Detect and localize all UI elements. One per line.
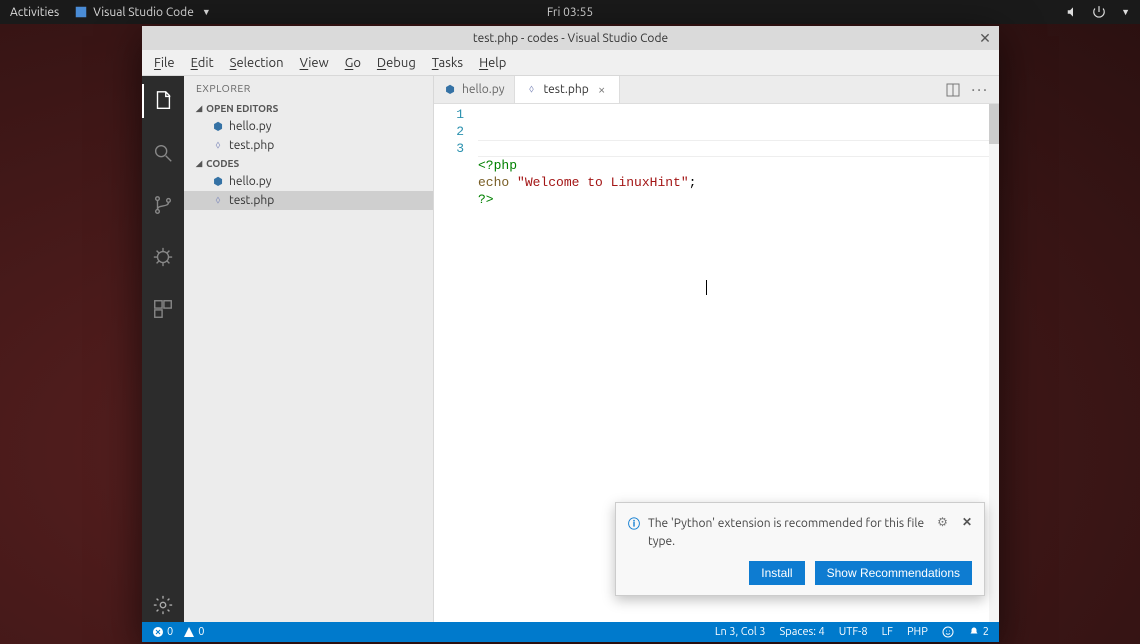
editor-area: ⬢ hello.py ⬨ test.php × ··· 123 (434, 76, 999, 622)
menu-view[interactable]: View (292, 53, 337, 73)
notification-close-button[interactable]: ✕ (962, 515, 972, 529)
error-icon (152, 626, 164, 638)
extensions-icon (152, 298, 174, 320)
explorer-sidebar: EXPLORER ◢OPEN EDITORS ⬢hello.py ⬨test.p… (184, 76, 434, 622)
status-cursor-position[interactable]: Ln 3, Col 3 (715, 626, 766, 638)
status-eol[interactable]: LF (882, 626, 893, 638)
notification-toast: ⓘ The 'Python' extension is recommended … (615, 502, 985, 596)
vscode-window: test.php - codes - Visual Studio Code ✕ … (142, 26, 999, 642)
activity-bar (142, 76, 184, 622)
open-editor-item[interactable]: ⬨test.php (184, 136, 433, 155)
activities-button[interactable]: Activities (10, 6, 59, 19)
activity-extensions[interactable] (142, 292, 184, 326)
menu-selection[interactable]: Selection (222, 53, 292, 73)
notification-settings-button[interactable]: ⚙ (937, 515, 948, 529)
more-actions-icon[interactable]: ··· (971, 81, 989, 99)
files-icon (152, 90, 174, 112)
open-editor-item[interactable]: ⬢hello.py (184, 117, 433, 136)
info-icon: ⓘ (628, 515, 640, 532)
status-notifications[interactable]: 2 (968, 626, 989, 638)
text-cursor (706, 280, 707, 295)
search-icon (152, 142, 174, 164)
file-item[interactable]: ⬢hello.py (184, 172, 433, 191)
explorer-title: EXPLORER (184, 76, 433, 100)
status-errors[interactable]: 0 (152, 626, 173, 638)
titlebar[interactable]: test.php - codes - Visual Studio Code ✕ (142, 26, 999, 50)
chevron-down-icon: ▼ (202, 7, 211, 17)
python-file-icon: ⬢ (212, 121, 224, 133)
status-warnings[interactable]: 0 (183, 626, 204, 638)
system-tray[interactable]: ▼ (1066, 5, 1130, 19)
status-encoding[interactable]: UTF-8 (839, 626, 868, 638)
smiley-icon (942, 626, 954, 638)
php-file-icon: ⬨ (525, 84, 537, 96)
editor-tabs: ⬢ hello.py ⬨ test.php × ··· (434, 76, 999, 104)
tab-test-php[interactable]: ⬨ test.php × (515, 76, 619, 103)
status-indentation[interactable]: Spaces: 4 (780, 626, 825, 638)
menu-go[interactable]: Go (337, 53, 369, 73)
workspace-header[interactable]: ◢CODES (184, 155, 433, 172)
app-menu[interactable]: Visual Studio Code ▼ (74, 5, 211, 19)
tab-hello-py[interactable]: ⬢ hello.py (434, 76, 515, 103)
show-recommendations-button[interactable]: Show Recommendations (815, 561, 972, 585)
gear-icon (152, 594, 174, 616)
power-icon (1092, 5, 1106, 19)
file-item[interactable]: ⬨test.php (184, 191, 433, 210)
git-branch-icon (152, 194, 174, 216)
install-button[interactable]: Install (749, 561, 804, 585)
activity-explorer[interactable] (142, 84, 184, 118)
menu-tasks[interactable]: Tasks (424, 53, 471, 73)
vscode-icon (74, 5, 88, 19)
line-gutter: 123 (434, 104, 478, 622)
status-feedback[interactable] (942, 626, 954, 638)
notification-message: The 'Python' extension is recommended fo… (648, 515, 929, 551)
clock[interactable]: Fri 03:55 (547, 6, 593, 19)
python-file-icon: ⬢ (212, 176, 224, 188)
chevron-down-icon: ▼ (1121, 7, 1130, 17)
bug-icon (152, 246, 174, 268)
chevron-down-icon: ◢ (196, 104, 202, 113)
activity-settings[interactable] (142, 588, 184, 622)
gnome-top-bar: Activities Visual Studio Code ▼ Fri 03:5… (0, 0, 1140, 24)
menu-edit[interactable]: Edit (183, 53, 222, 73)
window-title: test.php - codes - Visual Studio Code (473, 32, 668, 45)
chevron-down-icon: ◢ (196, 159, 202, 168)
volume-icon (1066, 5, 1080, 19)
bell-icon (968, 626, 980, 638)
window-close-button[interactable]: ✕ (977, 30, 993, 47)
php-file-icon: ⬨ (212, 140, 224, 152)
menu-debug[interactable]: Debug (369, 53, 424, 73)
close-tab-button[interactable]: × (595, 83, 609, 97)
activity-scm[interactable] (142, 188, 184, 222)
python-file-icon: ⬢ (444, 84, 456, 96)
menu-file[interactable]: File (146, 53, 183, 73)
php-file-icon: ⬨ (212, 195, 224, 207)
menu-help[interactable]: Help (471, 53, 514, 73)
activity-debug[interactable] (142, 240, 184, 274)
status-bar: 0 0 Ln 3, Col 3 Spaces: 4 UTF-8 LF PHP 2 (142, 622, 999, 642)
menubar: File Edit Selection View Go Debug Tasks … (142, 50, 999, 76)
status-language[interactable]: PHP (907, 626, 928, 638)
warning-icon (183, 626, 195, 638)
split-editor-icon[interactable] (945, 82, 961, 98)
activity-search[interactable] (142, 136, 184, 170)
open-editors-header[interactable]: ◢OPEN EDITORS (184, 100, 433, 117)
